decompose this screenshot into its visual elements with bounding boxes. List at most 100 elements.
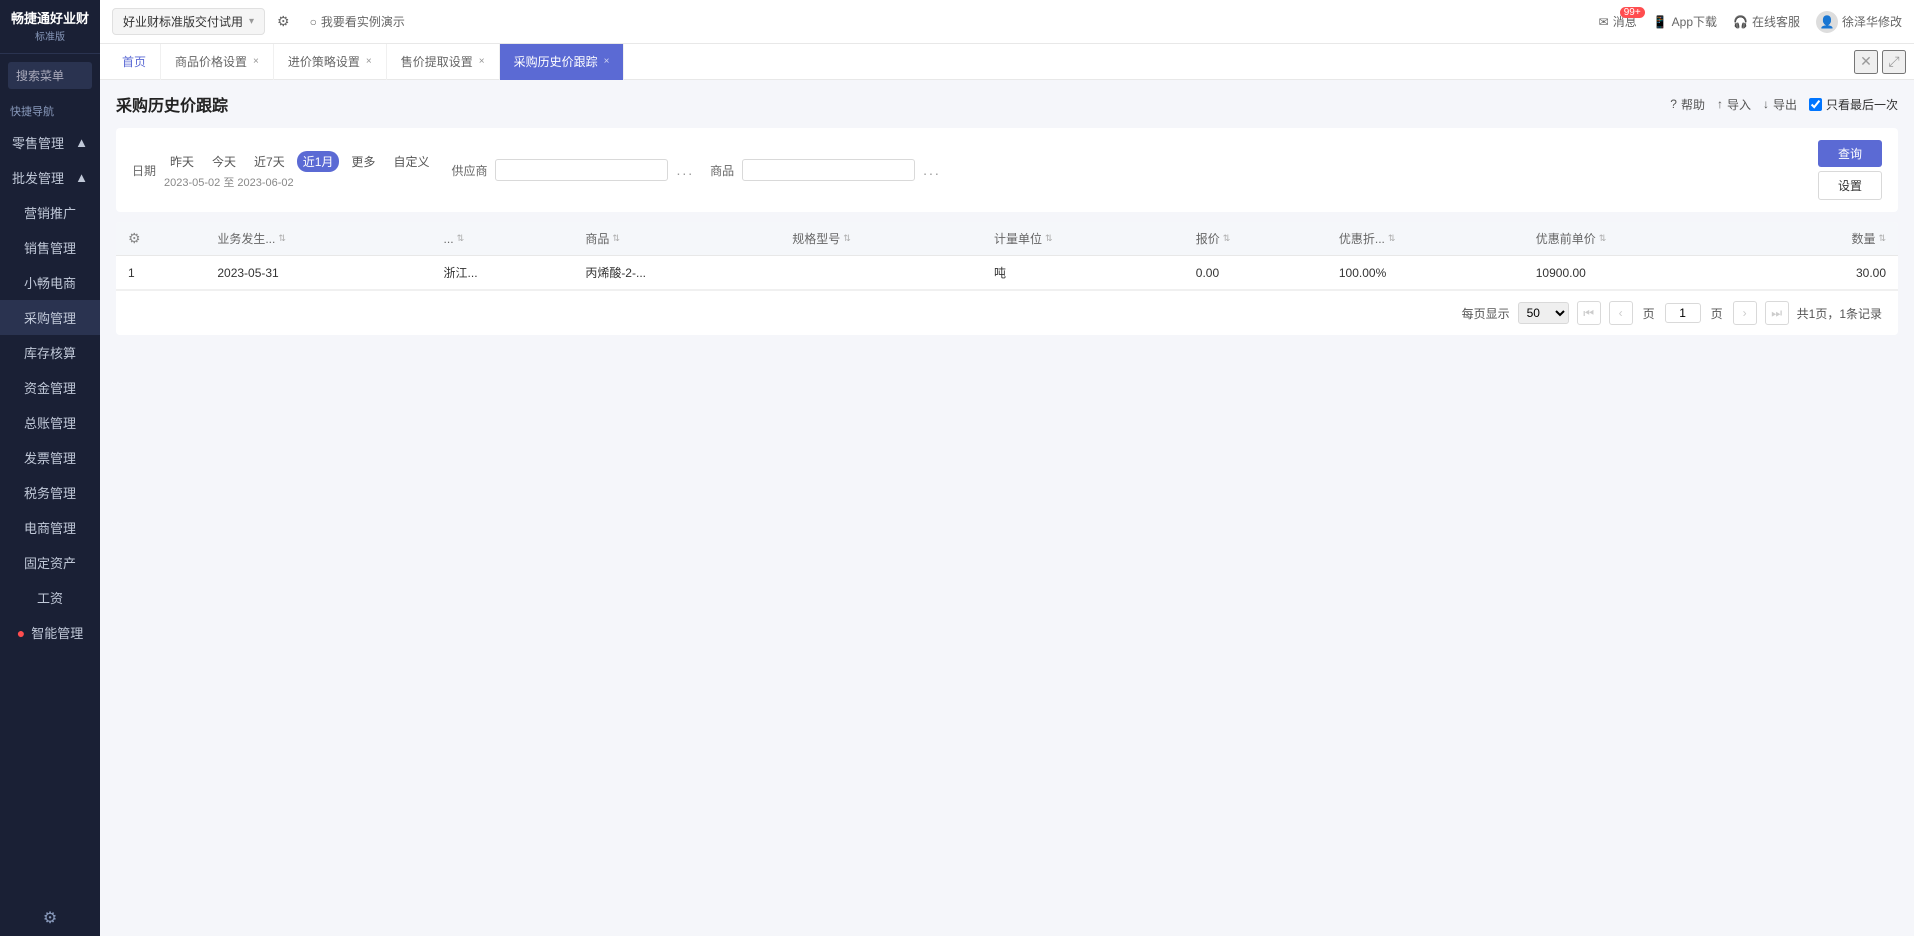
goods-filter-item: 商品 ...: [710, 159, 941, 181]
help-button[interactable]: ? 帮助: [1670, 96, 1705, 113]
sidebar-gear-icon[interactable]: ⚙: [43, 908, 57, 928]
demo-button[interactable]: ○ 我要看实例演示: [310, 13, 405, 30]
tab-sale-price[interactable]: 售价提取设置 ×: [387, 44, 500, 80]
date-opt-yesterday[interactable]: 昨天: [164, 151, 200, 172]
logo-line1: 畅捷通好业财: [11, 10, 89, 28]
sidebar-item-inventory[interactable]: 库存核算: [0, 335, 100, 370]
sidebar-item-ecommerce[interactable]: 电商管理: [0, 510, 100, 545]
date-filter-item: 日期 昨天 今天 近7天 近1月 更多 自定义 2023-05-02 至 202…: [132, 151, 435, 190]
tab-close-sale-price[interactable]: ×: [479, 56, 485, 67]
date-opt-today[interactable]: 今天: [206, 151, 242, 172]
page-last-button[interactable]: ⏭: [1765, 301, 1789, 325]
sort-icon-goods: ⇅: [612, 233, 620, 244]
tab-purchase-strategy[interactable]: 进价策略设置 ×: [274, 44, 387, 80]
sidebar-bottom: ⚙: [0, 900, 100, 936]
sidebar-item-payroll[interactable]: 工资: [0, 580, 100, 615]
sidebar-item-retail[interactable]: 零售管理 ▲: [0, 125, 100, 160]
sort-icon-quantity: ⇅: [1878, 233, 1886, 244]
tab-close-purchase-history[interactable]: ×: [604, 56, 610, 67]
version-selector-text: 好业财标准版交付试用: [123, 13, 243, 30]
page-number-input[interactable]: [1665, 303, 1701, 323]
sort-icon-discount: ⇅: [1388, 233, 1396, 244]
sidebar-item-ledger[interactable]: 总账管理: [0, 405, 100, 440]
sidebar-item-smart[interactable]: ● 智能管理: [0, 615, 100, 650]
cell-discount: 100.00%: [1327, 256, 1524, 290]
th-goods[interactable]: 商品 ⇅: [573, 222, 780, 256]
supplier-filter-item: 供应商 ...: [451, 159, 694, 181]
sidebar-item-finance[interactable]: 资金管理: [0, 370, 100, 405]
table-gear-icon[interactable]: ⚙: [128, 230, 141, 246]
app-icon: 📱: [1653, 15, 1668, 29]
supplier-dots-button[interactable]: ...: [676, 162, 694, 178]
per-page-label: 每页显示: [1462, 305, 1510, 322]
tab-purchase-history[interactable]: 采购历史价跟踪 ×: [500, 44, 625, 80]
sidebar-item-marketing[interactable]: 营销推广: [0, 195, 100, 230]
date-opt-1month[interactable]: 近1月: [297, 151, 340, 172]
sidebar-item-fixed-assets[interactable]: 固定资产: [0, 545, 100, 580]
sidebar-item-purchase[interactable]: 采购管理: [0, 300, 100, 335]
search-menu-button[interactable]: 搜索菜单: [8, 62, 92, 89]
query-button[interactable]: 查询: [1818, 140, 1882, 167]
tab-goods-price[interactable]: 商品价格设置 ×: [161, 44, 274, 80]
th-unit[interactable]: 计量单位 ⇅: [982, 222, 1184, 256]
page-prev-button[interactable]: ‹: [1609, 301, 1633, 325]
online-service-button[interactable]: 🎧 在线客服: [1733, 13, 1800, 30]
th-price[interactable]: 报价 ⇅: [1184, 222, 1327, 256]
th-dots[interactable]: ... ⇅: [432, 222, 574, 256]
cell-business-date: 2023-05-31: [205, 256, 431, 290]
date-options-wrapper: 昨天 今天 近7天 近1月 更多 自定义 2023-05-02 至 2023-0…: [164, 151, 435, 190]
tab-home[interactable]: 首页: [108, 44, 161, 80]
tab-close-goods-price[interactable]: ×: [253, 56, 259, 67]
only-last-checkbox[interactable]: [1809, 98, 1822, 111]
avatar: 👤: [1816, 11, 1838, 33]
page-header: 采购历史价跟踪 ? 帮助 ↑ 导入 ↓ 导出 只看最后一次: [116, 92, 1898, 116]
goods-dots-button[interactable]: ...: [923, 162, 941, 178]
page-first-button[interactable]: ⏮: [1577, 301, 1601, 325]
chevron-down-icon: ▾: [249, 16, 254, 27]
th-pre-discount-price[interactable]: 优惠前单价 ⇅: [1524, 222, 1755, 256]
date-options: 昨天 今天 近7天 近1月 更多 自定义: [164, 151, 435, 172]
th-quantity[interactable]: 数量 ⇅: [1755, 222, 1898, 256]
date-label: 日期: [132, 162, 156, 179]
cell-price: 0.00: [1184, 256, 1327, 290]
sidebar-item-sales[interactable]: 销售管理: [0, 230, 100, 265]
page-next-button[interactable]: ›: [1733, 301, 1757, 325]
import-button[interactable]: ↑ 导入: [1717, 96, 1751, 113]
sidebar-item-tax[interactable]: 税务管理: [0, 475, 100, 510]
app-download-button[interactable]: 📱 App下载: [1653, 13, 1717, 30]
page-tools: ? 帮助 ↑ 导入 ↓ 导出 只看最后一次: [1670, 96, 1898, 113]
messages-button[interactable]: ✉ 消息 99+: [1599, 13, 1637, 30]
th-discount[interactable]: 优惠折... ⇅: [1327, 222, 1524, 256]
date-opt-custom[interactable]: 自定义: [387, 151, 435, 172]
goods-input[interactable]: [742, 159, 915, 181]
filter-area: 日期 昨天 今天 近7天 近1月 更多 自定义 2023-05-02 至 202…: [116, 128, 1898, 212]
tab-close-all-button[interactable]: ✕: [1854, 50, 1878, 74]
user-menu[interactable]: 👤 徐泽华修改: [1816, 11, 1902, 33]
cell-goods: 丙烯酸-2-...: [573, 256, 780, 290]
sidebar-item-invoice[interactable]: 发票管理: [0, 440, 100, 475]
export-button[interactable]: ↓ 导出: [1763, 96, 1797, 113]
sidebar-quick-nav[interactable]: 快捷导航: [0, 97, 100, 125]
sort-icon-business-date: ⇅: [278, 233, 286, 244]
th-business-date[interactable]: 业务发生... ⇅: [205, 222, 431, 256]
sidebar-item-wholesale[interactable]: 批发管理 ▲: [0, 160, 100, 195]
pagination: 每页显示 50 100 200 ⏮ ‹ 页 页 › ⏭ 共1页，1条记录: [116, 290, 1898, 335]
sidebar-item-ecommerce-small[interactable]: 小畅电商: [0, 265, 100, 300]
headset-icon: 🎧: [1733, 15, 1748, 29]
sidebar-logo: 畅捷通好业财 标准版: [0, 0, 100, 54]
tab-expand-button[interactable]: ⤢: [1882, 50, 1906, 74]
cell-unit: 吨: [982, 256, 1184, 290]
topbar-gear-icon[interactable]: ⚙: [273, 9, 294, 34]
tab-close-purchase-strategy[interactable]: ×: [366, 56, 372, 67]
per-page-select[interactable]: 50 100 200: [1518, 302, 1569, 324]
topbar: 好业财标准版交付试用 ▾ ⚙ ○ 我要看实例演示 ✉ 消息 99+ 📱 App下…: [100, 0, 1914, 44]
th-spec[interactable]: 规格型号 ⇅: [780, 222, 982, 256]
date-opt-more[interactable]: 更多: [345, 151, 381, 172]
sidebar: 畅捷通好业财 标准版 搜索菜单 快捷导航 零售管理 ▲ 批发管理 ▲ 营销推广 …: [0, 0, 100, 936]
supplier-input[interactable]: [495, 159, 668, 181]
filter-settings-button[interactable]: 设置: [1818, 171, 1882, 200]
date-opt-7days[interactable]: 近7天: [248, 151, 291, 172]
page-content: 采购历史价跟踪 ? 帮助 ↑ 导入 ↓ 导出 只看最后一次: [100, 80, 1914, 936]
version-selector[interactable]: 好业财标准版交付试用 ▾: [112, 8, 265, 35]
sort-icon-dots: ⇅: [457, 233, 465, 244]
